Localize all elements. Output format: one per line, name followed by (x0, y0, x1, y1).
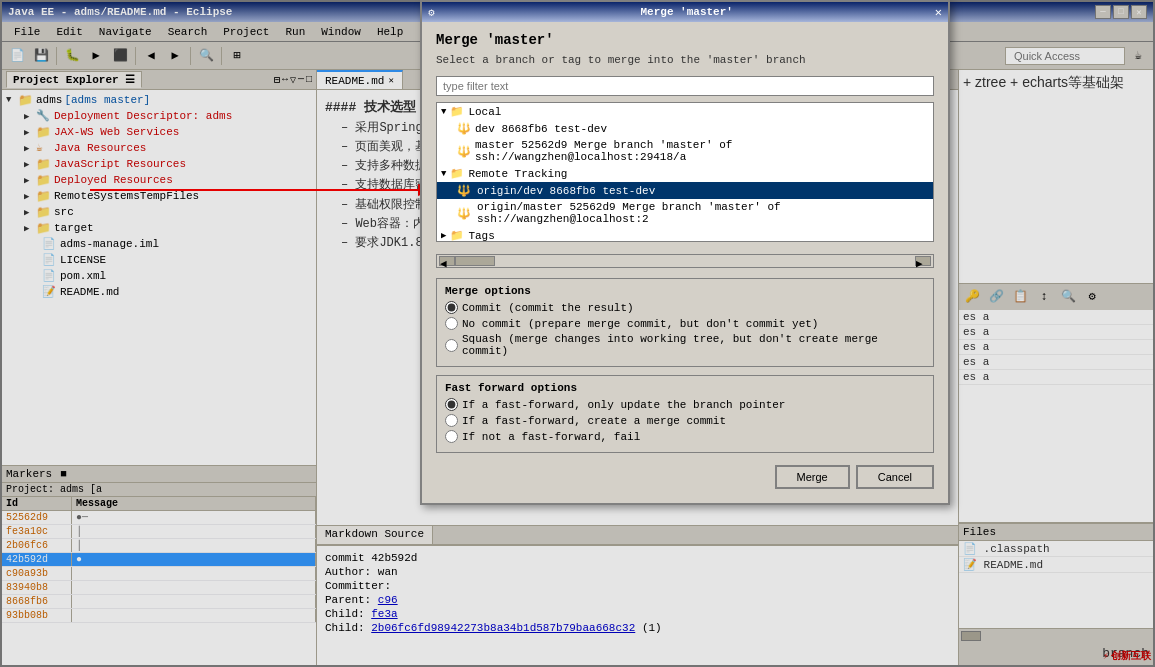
ff-options-title: Fast forward options (445, 382, 925, 394)
hscroll-left[interactable]: ◀ (439, 256, 455, 266)
branch-tree[interactable]: ▼ 📁 Local 🔱 dev 8668fb6 test-dev 🔱 maste… (436, 102, 934, 242)
modal-subtext: Select a branch or tag to merge into the… (436, 54, 934, 66)
origin-dev-label: origin/dev 8668fb6 test-dev (477, 185, 655, 197)
tags-section[interactable]: ▶ 📁 Tags (437, 227, 933, 242)
merge-nocommit-label: No commit (prepare merge commit, but don… (462, 318, 818, 330)
dev-branch-icon: 🔱 (457, 122, 471, 135)
master-branch-label: master 52562d9 Merge branch 'master' of … (475, 139, 929, 163)
modal-close-btn[interactable]: ✕ (935, 5, 942, 20)
branch-filter-input[interactable] (436, 76, 934, 96)
remote-tracking-label: Remote Tracking (468, 168, 567, 180)
remote-tracking-section[interactable]: ▼ 📁 Remote Tracking (437, 165, 933, 182)
tags-folder-icon: 📁 (450, 229, 464, 242)
dev-branch[interactable]: 🔱 dev 8668fb6 test-dev (437, 120, 933, 137)
ff-merge-label: If a fast-forward, create a merge commit (462, 415, 726, 427)
merge-commit-radio[interactable] (445, 301, 458, 314)
merge-opt-nocommit[interactable]: No commit (prepare merge commit, but don… (445, 317, 925, 330)
hscroll-thumb[interactable] (455, 256, 495, 266)
modal-overlay: ⚙ Merge 'master' ✕ Merge 'master' Select… (0, 0, 1155, 667)
modal-title-text: Merge 'master' (640, 6, 732, 18)
origin-master-branch[interactable]: 🔱 origin/master 52562d9 Merge branch 'ma… (437, 199, 933, 227)
eclipse-window: Java EE - adms/README.md - Eclipse ─ □ ✕… (0, 0, 1155, 667)
ff-merge-radio[interactable] (445, 414, 458, 427)
merge-opt-squash[interactable]: Squash (merge changes into working tree,… (445, 333, 925, 357)
cancel-button[interactable]: Cancel (856, 465, 934, 489)
merge-commit-label: Commit (commit the result) (462, 302, 634, 314)
remote-toggle[interactable]: ▼ (441, 169, 446, 179)
merge-squash-radio[interactable] (445, 339, 458, 352)
local-toggle[interactable]: ▼ (441, 107, 446, 117)
merge-opt-commit[interactable]: Commit (commit the result) (445, 301, 925, 314)
remote-folder-icon: 📁 (450, 167, 464, 180)
origin-master-icon: 🔱 (457, 207, 471, 220)
ff-fail-radio[interactable] (445, 430, 458, 443)
ff-options-group: Fast forward options If a fast-forward, … (436, 375, 934, 453)
local-folder-icon: 📁 (450, 105, 464, 118)
modal-title-bar: ⚙ Merge 'master' ✕ (422, 2, 948, 22)
dev-branch-label: dev 8668fb6 test-dev (475, 123, 607, 135)
tags-label: Tags (468, 230, 494, 242)
ff-update-label: If a fast-forward, only update the branc… (462, 399, 785, 411)
merge-options-group: Merge options Commit (commit the result)… (436, 278, 934, 367)
merge-options-title: Merge options (445, 285, 925, 297)
origin-dev-icon: 🔱 (457, 184, 471, 197)
origin-master-label: origin/master 52562d9 Merge branch 'mast… (477, 201, 929, 225)
ff-opt-merge[interactable]: If a fast-forward, create a merge commit (445, 414, 925, 427)
merge-squash-label: Squash (merge changes into working tree,… (462, 333, 925, 357)
merge-nocommit-radio[interactable] (445, 317, 458, 330)
tree-hscroll[interactable]: ◀ ▶ (436, 254, 934, 268)
local-label: Local (468, 106, 501, 118)
origin-dev-branch[interactable]: 🔱 origin/dev 8668fb6 test-dev (437, 182, 933, 199)
modal-title-icon: ⚙ (428, 6, 435, 19)
merge-dialog: ⚙ Merge 'master' ✕ Merge 'master' Select… (420, 0, 950, 505)
ff-opt-update[interactable]: If a fast-forward, only update the branc… (445, 398, 925, 411)
merge-button[interactable]: Merge (775, 465, 850, 489)
modal-buttons: Merge Cancel (436, 461, 934, 493)
master-branch[interactable]: 🔱 master 52562d9 Merge branch 'master' o… (437, 137, 933, 165)
local-section[interactable]: ▼ 📁 Local (437, 103, 933, 120)
modal-heading: Merge 'master' (436, 32, 934, 48)
tags-toggle[interactable]: ▶ (441, 230, 446, 241)
hscroll-right[interactable]: ▶ (915, 256, 931, 266)
master-branch-icon: 🔱 (457, 145, 471, 158)
modal-body: Merge 'master' Select a branch or tag to… (422, 22, 948, 503)
ff-opt-fail[interactable]: If not a fast-forward, fail (445, 430, 925, 443)
ff-update-radio[interactable] (445, 398, 458, 411)
ff-fail-label: If not a fast-forward, fail (462, 431, 640, 443)
